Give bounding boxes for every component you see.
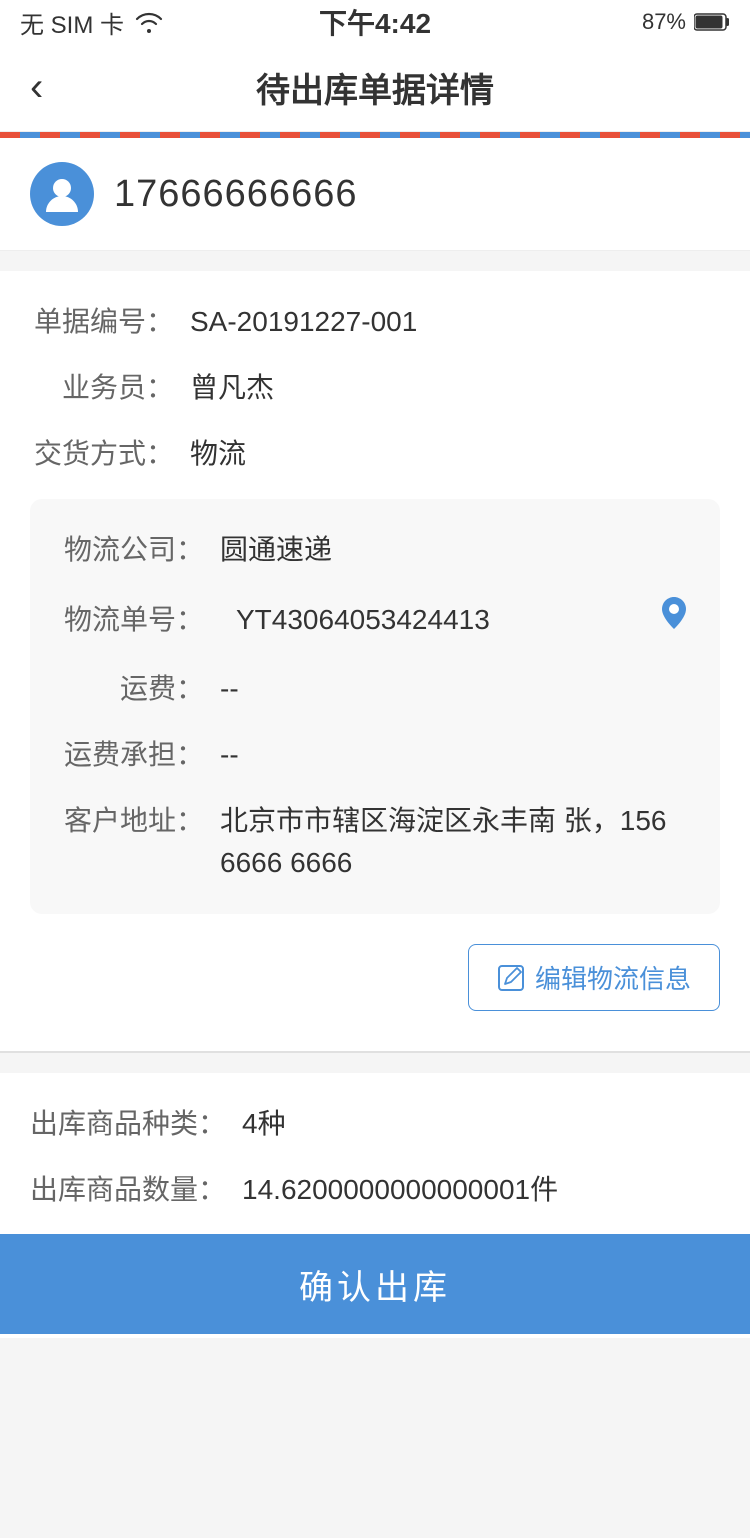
tracking-value: YT43064053424413 bbox=[236, 599, 642, 641]
edit-logistics-button[interactable]: 编辑物流信息 bbox=[468, 944, 720, 1011]
salesman-value: 曾凡杰 bbox=[190, 367, 720, 409]
goods-quantity-row: 出库商品数量： 14.6200000000000001件 bbox=[30, 1169, 720, 1211]
edit-btn-row: 编辑物流信息 bbox=[30, 944, 720, 1021]
logistics-tracking-row: 物流单号： YT43064053424413 bbox=[60, 595, 690, 644]
address-row: 客户地址： 北京市市辖区海淀区永丰南 张，156 6666 6666 bbox=[60, 800, 690, 884]
salesman-label: 业务员： bbox=[30, 367, 190, 409]
battery-label: 87% bbox=[642, 9, 686, 35]
location-icon[interactable] bbox=[658, 595, 690, 644]
user-header: 17666666666 bbox=[0, 138, 750, 251]
user-icon bbox=[42, 174, 82, 214]
status-right: 87% bbox=[642, 9, 730, 35]
battery-icon bbox=[694, 13, 730, 31]
order-number-label: 单据编号： bbox=[30, 301, 190, 343]
status-time: 下午4:42 bbox=[319, 2, 431, 42]
status-bar: 无 SIM 卡 下午4:42 87% bbox=[0, 0, 750, 44]
freight-row: 运费： -- bbox=[60, 668, 690, 710]
goods-types-row: 出库商品种类： 4种 bbox=[30, 1103, 720, 1145]
order-number-row: 单据编号： SA-20191227-001 bbox=[30, 301, 720, 343]
edit-logistics-label: 编辑物流信息 bbox=[535, 959, 691, 996]
page-title: 待出库单据详情 bbox=[256, 63, 494, 112]
freight-value: -- bbox=[220, 668, 690, 710]
address-value: 北京市市辖区海淀区永丰南 张，156 6666 6666 bbox=[220, 800, 690, 884]
goods-quantity-value: 14.6200000000000001件 bbox=[242, 1169, 720, 1211]
freight-bearer-row: 运费承担： -- bbox=[60, 734, 690, 776]
carrier-label: 无 SIM 卡 bbox=[20, 5, 124, 40]
order-info-section: 单据编号： SA-20191227-001 业务员： 曾凡杰 交货方式： 物流 … bbox=[0, 271, 750, 1051]
goods-types-value: 4种 bbox=[242, 1103, 720, 1145]
delivery-method-value: 物流 bbox=[190, 433, 720, 475]
logistics-card: 物流公司： 圆通速递 物流单号： YT43064053424413 运费： --… bbox=[30, 499, 720, 914]
delivery-method-label: 交货方式： bbox=[30, 433, 190, 475]
freight-bearer-label: 运费承担： bbox=[60, 734, 220, 776]
confirm-button[interactable]: 确认出库 bbox=[0, 1234, 750, 1334]
separator bbox=[0, 1051, 750, 1053]
freight-label: 运费： bbox=[60, 668, 220, 710]
confirm-btn-label: 确认出库 bbox=[299, 1260, 451, 1309]
goods-types-label: 出库商品种类： bbox=[30, 1103, 242, 1145]
user-phone: 17666666666 bbox=[114, 173, 357, 216]
order-number-value: SA-20191227-001 bbox=[190, 301, 720, 343]
tracking-label: 物流单号： bbox=[60, 599, 220, 641]
status-left: 无 SIM 卡 bbox=[20, 5, 164, 40]
back-button[interactable]: ‹ bbox=[30, 55, 53, 120]
spacer bbox=[0, 1338, 750, 1538]
logistics-company-value: 圆通速递 bbox=[220, 529, 690, 571]
goods-quantity-label: 出库商品数量： bbox=[30, 1169, 242, 1211]
nav-bar: ‹ 待出库单据详情 bbox=[0, 44, 750, 132]
edit-icon bbox=[497, 964, 525, 992]
delivery-method-row: 交货方式： 物流 bbox=[30, 433, 720, 475]
logistics-company-label: 物流公司： bbox=[60, 529, 220, 571]
address-label: 客户地址： bbox=[60, 800, 220, 842]
avatar bbox=[30, 162, 94, 226]
freight-bearer-value: -- bbox=[220, 734, 690, 776]
logistics-company-row: 物流公司： 圆通速递 bbox=[60, 529, 690, 571]
wifi-icon bbox=[134, 11, 164, 33]
salesman-row: 业务员： 曾凡杰 bbox=[30, 367, 720, 409]
